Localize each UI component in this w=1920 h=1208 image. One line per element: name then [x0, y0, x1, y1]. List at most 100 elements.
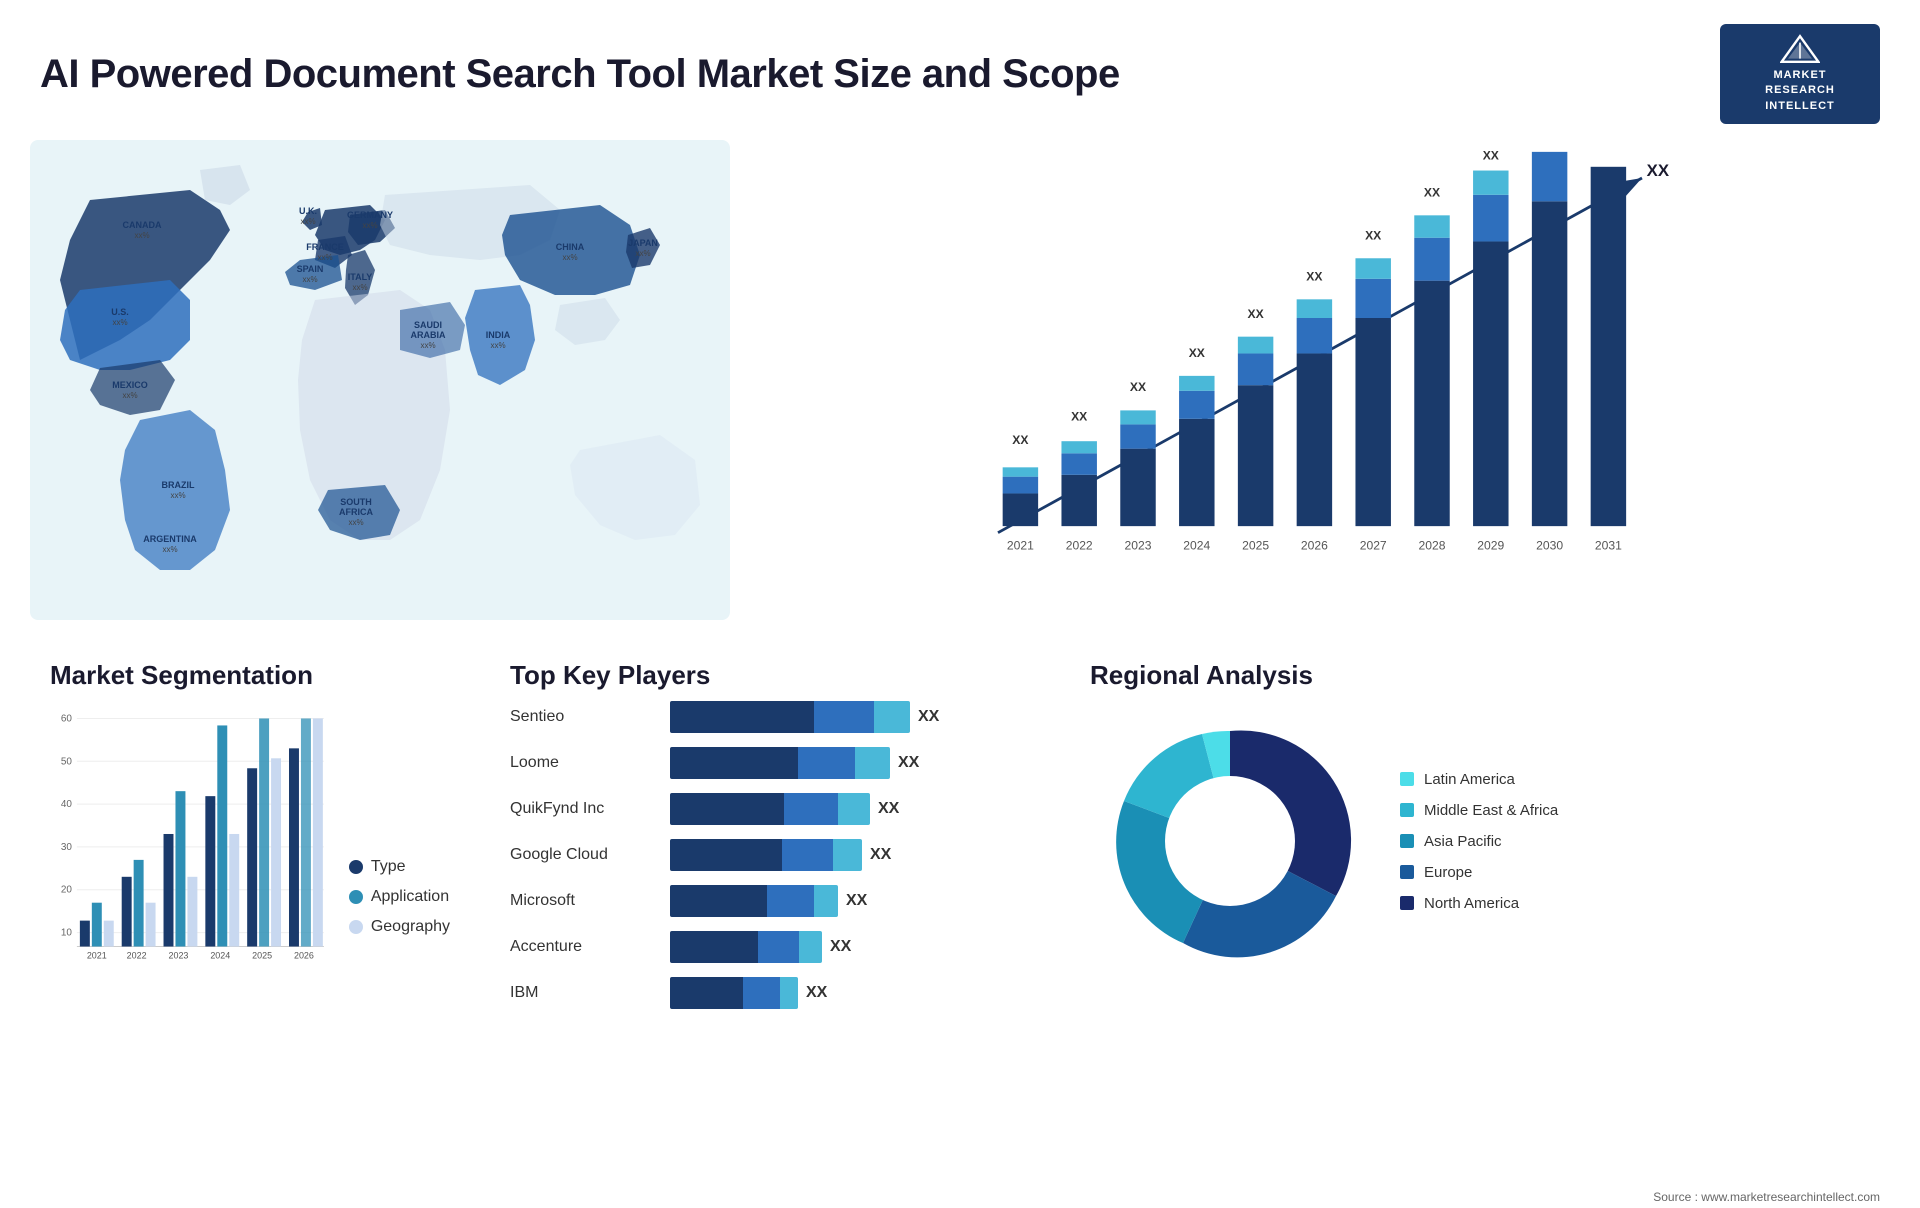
- legend-mea-label: Middle East & Africa: [1424, 802, 1558, 819]
- header: AI Powered Document Search Tool Market S…: [0, 0, 1920, 140]
- bar-2022-seg2: [1061, 454, 1096, 475]
- legend-asia-pacific: Asia Pacific: [1400, 833, 1558, 850]
- arrow-xx-label: XX: [1647, 161, 1670, 180]
- svg-text:xx%: xx%: [562, 253, 577, 262]
- legend-europe-dot: [1400, 865, 1414, 879]
- player-bar-seg3-3: [833, 839, 862, 871]
- svg-text:30: 30: [61, 842, 73, 853]
- svg-text:XX: XX: [1306, 270, 1322, 284]
- japan-label: JAPAN: [628, 238, 658, 248]
- legend-asia-label: Asia Pacific: [1424, 833, 1502, 850]
- svg-text:2024: 2024: [210, 951, 230, 961]
- regional-legend: Latin America Middle East & Africa Asia …: [1400, 771, 1558, 912]
- player-bar-seg1-4: [670, 885, 767, 917]
- bar-2030-seg2: [1532, 152, 1567, 201]
- bar-2030-seg1: [1532, 202, 1567, 527]
- bar-2024-seg2: [1179, 391, 1214, 419]
- saudi-label: SAUDI: [414, 320, 442, 330]
- growth-bar-chart: XX XX XX XX: [750, 140, 1890, 620]
- player-name-4: Microsoft: [510, 892, 660, 910]
- bar-2025-seg2: [1238, 354, 1273, 386]
- player-bar-wrap-0: XX: [670, 701, 1030, 733]
- svg-text:xx%: xx%: [162, 545, 177, 554]
- legend-type-dot: [349, 860, 363, 874]
- bar-2031-seg1: [1591, 167, 1626, 526]
- svg-text:xx%: xx%: [635, 249, 650, 258]
- player-bar-seg2-2: [784, 793, 838, 825]
- logo-icon: [1780, 34, 1820, 64]
- svg-text:xx%: xx%: [300, 217, 315, 226]
- bar-2029-seg2: [1473, 195, 1508, 242]
- italy-label: ITALY: [348, 272, 373, 282]
- us-label: U.S.: [111, 307, 129, 317]
- legend-latin-america-label: Latin America: [1424, 771, 1515, 788]
- legend-north-america: North America: [1400, 895, 1558, 912]
- bar-2023-seg3: [1120, 411, 1155, 425]
- player-bar-seg2-5: [758, 931, 799, 963]
- svg-text:XX: XX: [1189, 346, 1205, 360]
- legend-latin-america-dot: [1400, 772, 1414, 786]
- bar-2024-seg1: [1179, 419, 1214, 526]
- legend-europe: Europe: [1400, 864, 1558, 881]
- regional-title: Regional Analysis: [1090, 660, 1870, 691]
- bar-2026-seg3: [1297, 300, 1332, 319]
- player-bar-wrap-3: XX: [670, 839, 1030, 871]
- bar-2029-seg3: [1473, 171, 1508, 195]
- player-bar-2: [670, 793, 870, 825]
- player-name-3: Google Cloud: [510, 846, 660, 864]
- regional-content: Latin America Middle East & Africa Asia …: [1090, 701, 1870, 981]
- bar-2025-seg1: [1238, 385, 1273, 526]
- player-bar-seg2-4: [767, 885, 814, 917]
- player-row: IBM XX: [510, 977, 1030, 1009]
- player-bar-seg1-0: [670, 701, 814, 733]
- svg-text:XX: XX: [1012, 433, 1028, 447]
- legend-geography-dot: [349, 920, 363, 934]
- bar-2026-seg1: [1297, 354, 1332, 527]
- svg-text:XX: XX: [1130, 380, 1146, 394]
- player-row: Accenture XX: [510, 931, 1030, 963]
- svg-text:2023: 2023: [1125, 539, 1152, 553]
- player-bar-wrap-5: XX: [670, 931, 1030, 963]
- segmentation-legend: Type Application Geography: [349, 858, 450, 966]
- donut-svg: [1090, 701, 1370, 981]
- player-row: QuikFynd Inc XX: [510, 793, 1030, 825]
- top-section: CANADA xx% U.S. xx% MEXICO xx% BRAZIL xx…: [30, 140, 1890, 640]
- bar-2024-seg3: [1179, 376, 1214, 391]
- svg-text:20: 20: [61, 885, 73, 896]
- world-map: CANADA xx% U.S. xx% MEXICO xx% BRAZIL xx…: [30, 140, 730, 620]
- player-bar-5: [670, 931, 822, 963]
- svg-text:2024: 2024: [1183, 539, 1210, 553]
- bar-2022-seg3: [1061, 441, 1096, 453]
- content-area: CANADA xx% U.S. xx% MEXICO xx% BRAZIL xx…: [0, 140, 1920, 1186]
- svg-text:xx%: xx%: [302, 275, 317, 284]
- svg-text:XX: XX: [1424, 186, 1440, 200]
- svg-text:XX: XX: [1483, 150, 1499, 162]
- svg-text:2023: 2023: [168, 951, 188, 961]
- legend-geography-label: Geography: [371, 918, 450, 936]
- svg-text:xx%: xx%: [122, 391, 137, 400]
- bottom-section: Market Segmentation 60 50 40 30 20 10: [30, 650, 1890, 1130]
- page-title: AI Powered Document Search Tool Market S…: [40, 52, 1120, 97]
- player-bar-seg1-5: [670, 931, 758, 963]
- map-svg: CANADA xx% U.S. xx% MEXICO xx% BRAZIL xx…: [30, 140, 730, 620]
- svg-text:2031: 2031: [1595, 539, 1622, 553]
- india-label: INDIA: [486, 330, 511, 340]
- svg-text:XX: XX: [1248, 307, 1264, 321]
- player-row: Microsoft XX: [510, 885, 1030, 917]
- player-name-0: Sentieo: [510, 708, 660, 726]
- svg-text:40: 40: [61, 799, 73, 810]
- player-value-1: XX: [898, 754, 919, 772]
- player-name-6: IBM: [510, 984, 660, 1002]
- players-section: Top Key Players Sentieo XX Loome XX: [490, 650, 1050, 1130]
- legend-type: Type: [349, 858, 450, 876]
- player-bar-seg1-1: [670, 747, 798, 779]
- svg-text:xx%: xx%: [362, 221, 377, 230]
- player-bar-0: [670, 701, 910, 733]
- source-text: Source : www.marketresearchintellect.com: [0, 1186, 1920, 1208]
- player-value-6: XX: [806, 984, 827, 1002]
- legend-latin-america: Latin America: [1400, 771, 1558, 788]
- player-bar-wrap-6: XX: [670, 977, 1030, 1009]
- legend-north-america-dot: [1400, 896, 1414, 910]
- svg-text:2027: 2027: [1360, 539, 1387, 553]
- player-bar-seg3-4: [814, 885, 838, 917]
